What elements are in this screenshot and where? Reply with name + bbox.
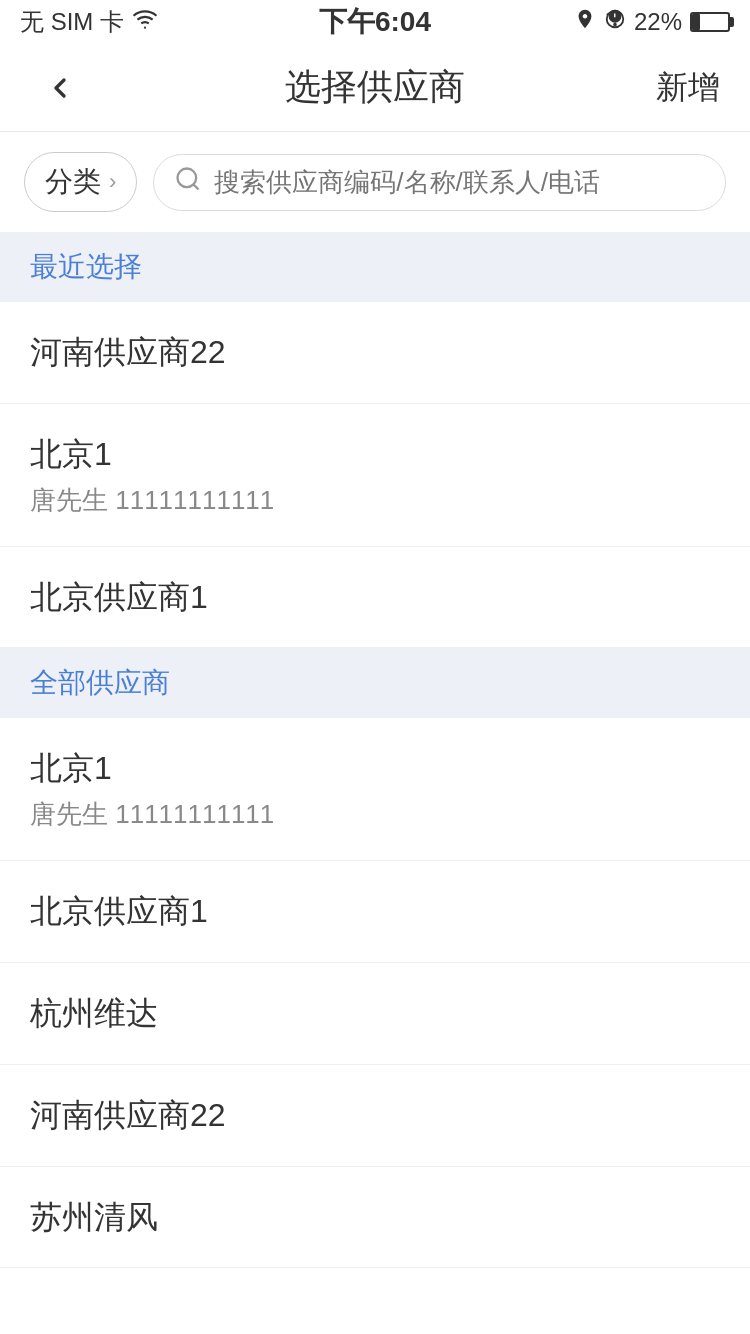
back-button[interactable] bbox=[30, 58, 90, 118]
item-name: 河南供应商22 bbox=[30, 330, 720, 375]
all-list-item[interactable]: 河南供应商22 bbox=[0, 1065, 750, 1167]
all-section-header: 全部供应商 bbox=[0, 648, 750, 718]
chevron-right-icon: › bbox=[109, 169, 116, 195]
recent-list-item[interactable]: 北京供应商1 bbox=[0, 547, 750, 649]
status-time: 下午6:04 bbox=[319, 3, 431, 41]
category-label: 分类 bbox=[45, 163, 101, 201]
all-list-item[interactable]: 北京1 唐先生 11111111111 bbox=[0, 718, 750, 861]
svg-line-2 bbox=[194, 184, 199, 189]
wifi-icon bbox=[132, 6, 158, 38]
all-list-item[interactable]: 北京供应商1 bbox=[0, 861, 750, 963]
svg-point-0 bbox=[144, 27, 146, 29]
page-title: 选择供应商 bbox=[285, 63, 465, 112]
all-list-item[interactable]: 杭州维达 bbox=[0, 963, 750, 1065]
item-sub: 唐先生 11111111111 bbox=[30, 797, 720, 832]
all-list-item[interactable]: 苏州清风 bbox=[0, 1167, 750, 1269]
recent-list-item[interactable]: 河南供应商22 bbox=[0, 302, 750, 404]
item-name: 杭州维达 bbox=[30, 991, 720, 1036]
item-name: 北京供应商1 bbox=[30, 889, 720, 934]
item-name: 北京供应商1 bbox=[30, 575, 720, 620]
add-button[interactable]: 新增 bbox=[656, 66, 720, 110]
recent-section-label: 最近选择 bbox=[30, 251, 142, 282]
status-bar: 无 SIM 卡 下午6:04 22% bbox=[0, 0, 750, 44]
battery-icon bbox=[690, 12, 730, 32]
nav-bar: 选择供应商 新增 bbox=[0, 44, 750, 132]
svg-point-1 bbox=[178, 168, 197, 187]
search-box[interactable] bbox=[153, 154, 726, 211]
recent-items-list: 河南供应商22 北京1 唐先生 11111111111 北京供应商1 bbox=[0, 302, 750, 648]
recent-list-item[interactable]: 北京1 唐先生 11111111111 bbox=[0, 404, 750, 547]
item-name: 北京1 bbox=[30, 746, 720, 791]
status-left: 无 SIM 卡 bbox=[20, 6, 158, 38]
item-sub: 唐先生 11111111111 bbox=[30, 483, 720, 518]
search-icon bbox=[174, 165, 202, 200]
category-button[interactable]: 分类 › bbox=[24, 152, 137, 212]
recent-section-header: 最近选择 bbox=[0, 232, 750, 302]
search-input[interactable] bbox=[214, 167, 705, 198]
item-name: 苏州清风 bbox=[30, 1195, 720, 1240]
item-name: 北京1 bbox=[30, 432, 720, 477]
all-section-label: 全部供应商 bbox=[30, 667, 170, 698]
alarm-icon bbox=[604, 8, 626, 36]
all-items-list: 北京1 唐先生 11111111111 北京供应商1 杭州维达河南供应商22 苏州清风 bbox=[0, 718, 750, 1268]
item-name: 河南供应商22 bbox=[30, 1093, 720, 1138]
carrier-text: 无 SIM 卡 bbox=[20, 6, 124, 38]
location-icon bbox=[574, 8, 596, 36]
filter-bar: 分类 › bbox=[0, 132, 750, 232]
battery-text: 22% bbox=[634, 8, 682, 36]
status-right: 22% bbox=[574, 8, 730, 36]
